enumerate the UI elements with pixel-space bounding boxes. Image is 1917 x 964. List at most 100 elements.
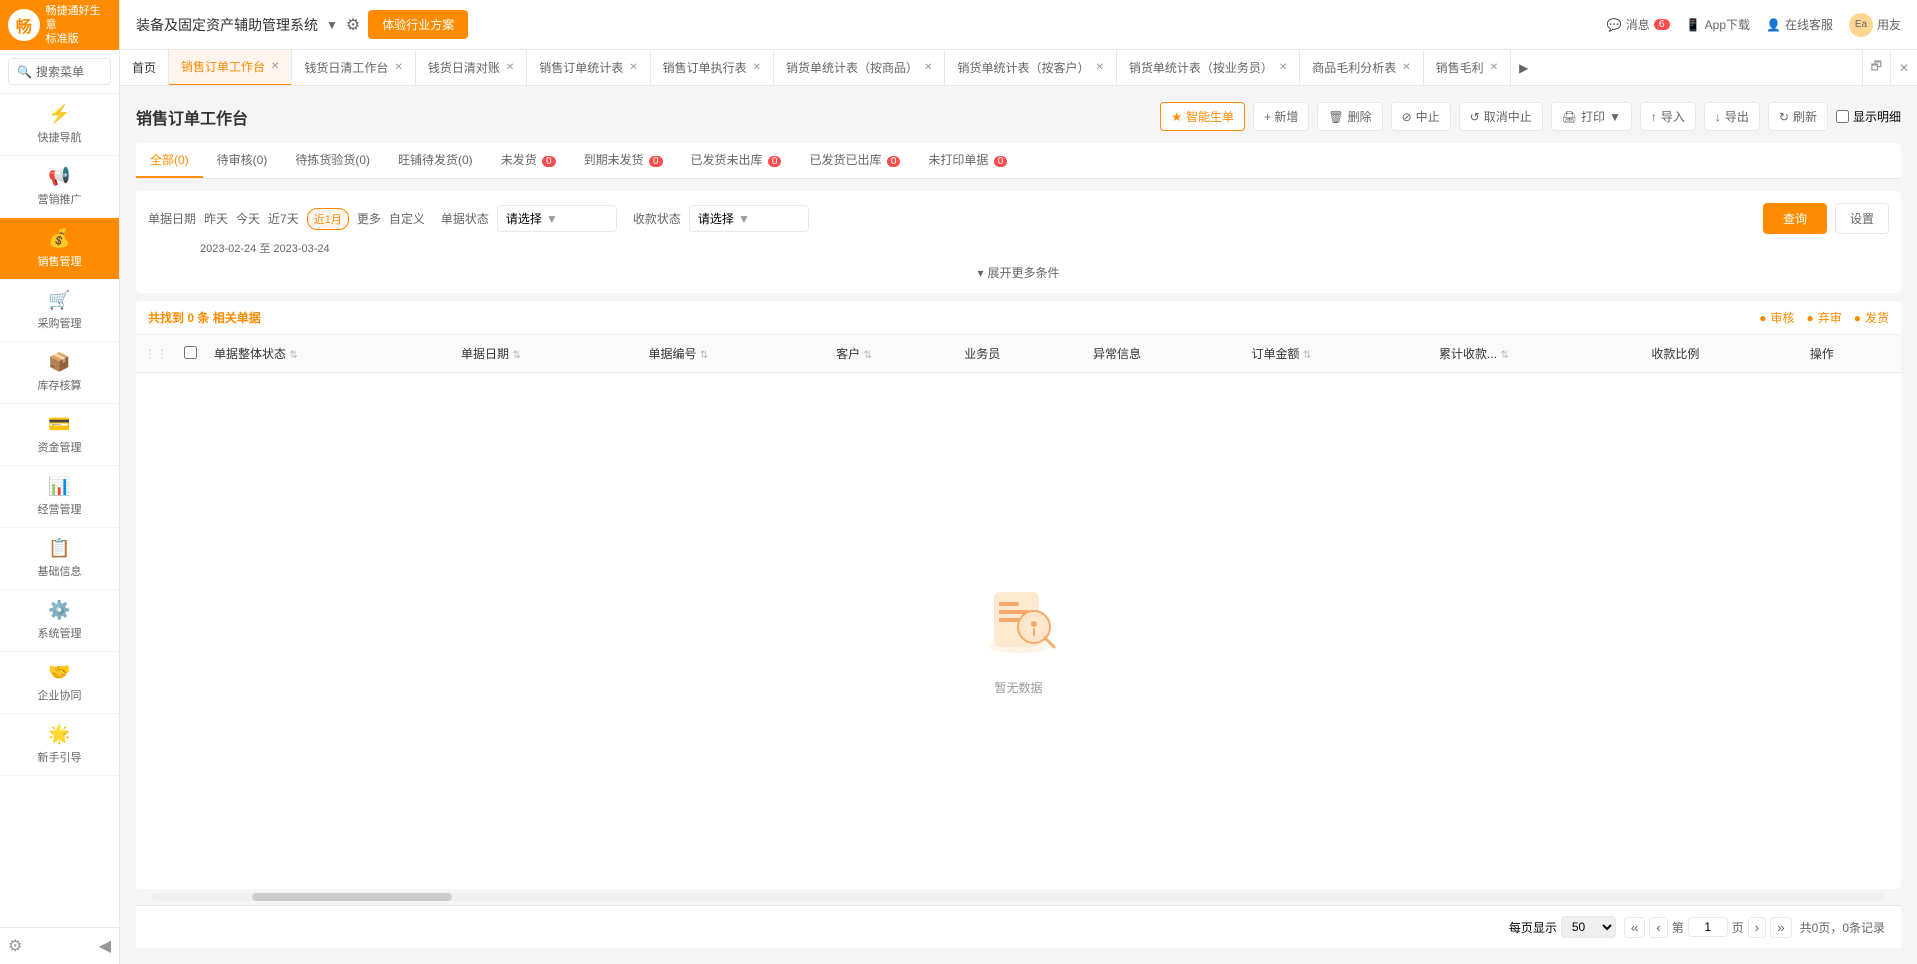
sidebar-item-cooperation[interactable]: 🤝 企业协同 (0, 652, 119, 714)
tab-sales-stats[interactable]: 销售订单统计表 ✕ (527, 50, 650, 86)
query-button[interactable]: 查询 (1763, 203, 1827, 234)
sidebar-collapse-button[interactable]: ◀ (99, 936, 111, 956)
tab-close-cash-daily[interactable]: ✕ (394, 62, 402, 73)
export-button[interactable]: ↓ 导出 (1704, 102, 1760, 131)
tab-sales-stats-staff[interactable]: 销货单统计表（按业务员） ✕ (1117, 50, 1300, 86)
tab-close-stats-staff[interactable]: ✕ (1279, 62, 1287, 73)
online-service-button[interactable]: 👤 在线客服 (1766, 16, 1833, 33)
tab-close-cash-reconcile[interactable]: ✕ (506, 62, 514, 73)
set-button[interactable]: 设置 (1835, 203, 1889, 234)
horizontal-scrollbar[interactable] (152, 893, 1885, 901)
message-button[interactable]: 💬 消息 6 (1607, 16, 1670, 33)
export-icon: ↓ (1715, 110, 1721, 124)
scrollbar-thumb[interactable] (252, 893, 452, 901)
sidebar-settings-button[interactable]: ⚙ (8, 936, 22, 956)
delete-button[interactable]: 🗑 删除 (1317, 102, 1382, 131)
tab-close-sales-profit[interactable]: ✕ (1490, 62, 1498, 73)
subtab-pending-review[interactable]: 待审核(0) (203, 143, 282, 178)
tab-home[interactable]: 首页 (120, 50, 169, 86)
topbar-settings-icon[interactable]: ⚙ (346, 15, 360, 35)
date-opt-more[interactable]: 更多 (357, 210, 381, 227)
ship-action-button[interactable]: ● 发货 (1854, 309, 1889, 326)
sidebar-search-area: 🔍 搜索菜单 (0, 50, 119, 94)
date-opt-last7[interactable]: 近7天 (268, 210, 299, 227)
subtab-not-printed[interactable]: 未打印单据 0 (914, 143, 1021, 178)
sidebar-item-inventory[interactable]: 📦 库存核算 (0, 342, 119, 404)
tab-close-all-button[interactable]: ✕ (1890, 50, 1917, 86)
show-details-checkbox[interactable]: 显示明细 (1836, 108, 1901, 125)
select-all-checkbox[interactable] (184, 346, 197, 359)
system-dropdown[interactable]: ▼ (326, 18, 338, 32)
date-opt-yesterday[interactable]: 昨天 (204, 210, 228, 227)
prev-page-button[interactable]: ‹ (1649, 917, 1667, 938)
tab-close-stats-product[interactable]: ✕ (924, 62, 932, 73)
print-button[interactable]: 🖨 打印 ▼ (1551, 102, 1632, 131)
tab-sales-exec[interactable]: 销售订单执行表 ✕ (651, 50, 774, 86)
date-range-display: 2023-02-24 至 2023-03-24 (200, 240, 330, 256)
stop-button[interactable]: ⊘ 中止 (1391, 102, 1451, 131)
sidebar-item-quicknav[interactable]: ⚡ 快捷导航 (0, 94, 119, 156)
search-menu-button[interactable]: 🔍 搜索菜单 (8, 58, 111, 85)
cancel-review-action-button[interactable]: ● 弃审 (1806, 309, 1841, 326)
subtab-shipped-warehoused[interactable]: 已发货已出库 0 (795, 143, 914, 178)
review-action-button[interactable]: ● 审核 (1759, 309, 1794, 326)
tab-cash-daily[interactable]: 钱货日清工作台 ✕ (292, 50, 415, 86)
tab-close-sales-stats[interactable]: ✕ (629, 62, 637, 73)
print-icon: 🖨 (1562, 110, 1577, 124)
tab-window-actions: 🗗 ✕ (1862, 50, 1917, 86)
add-button[interactable]: + 新增 (1253, 102, 1309, 131)
tab-close-sales-exec[interactable]: ✕ (753, 62, 761, 73)
first-page-button[interactable]: « (1624, 917, 1645, 938)
subtabs: 全部(0) 待审核(0) 待拣货验货(0) 旺铺待发货(0) 未发货 0 到期未… (136, 143, 1901, 179)
page-total: 共0页，0条记录 (1800, 919, 1885, 936)
sidebar-item-system[interactable]: ⚙️ 系统管理 (0, 590, 119, 652)
solution-button[interactable]: 体验行业方案 (368, 10, 468, 39)
tab-close-sales-workbench[interactable]: ✕ (271, 61, 279, 72)
app-download-button[interactable]: 📱 App下载 (1686, 16, 1750, 33)
tab-sales-stats-product[interactable]: 销货单统计表（按商品） ✕ (774, 50, 945, 86)
page-number-input[interactable] (1688, 917, 1728, 937)
last-page-button[interactable]: » (1770, 917, 1791, 938)
sidebar-item-purchase[interactable]: 🛒 采购管理 (0, 280, 119, 342)
tab-close-stats-customer[interactable]: ✕ (1095, 62, 1103, 73)
date-opt-custom[interactable]: 自定义 (389, 210, 425, 227)
user-menu[interactable]: Ea 用友 (1849, 13, 1901, 37)
show-details-input[interactable] (1836, 110, 1849, 123)
tab-close-gross-profit[interactable]: ✕ (1402, 62, 1410, 73)
status-select[interactable]: 请选择 ▼ (497, 205, 617, 232)
tab-sales-workbench[interactable]: 销售订单工作台 ✕ (169, 50, 292, 86)
cancel-stop-button[interactable]: ↺ 取消中止 (1459, 102, 1543, 131)
next-page-button[interactable]: › (1748, 917, 1766, 938)
subtab-expired-not-shipped[interactable]: 到期未发货 0 (570, 143, 677, 178)
subtab-pending-inspect[interactable]: 待拣货验货(0) (281, 143, 384, 178)
tab-gross-profit[interactable]: 商品毛利分析表 ✕ (1300, 50, 1423, 86)
date-opt-last1m[interactable]: 近1月 (307, 208, 349, 230)
quicknav-icon: ⚡ (48, 104, 70, 125)
refresh-button[interactable]: ↻ 刷新 (1768, 102, 1828, 131)
pagination: 每页显示 10 20 50 100 « ‹ 第 页 › » 共0页，0条记录 (136, 905, 1901, 948)
sidebar-item-marketing[interactable]: 📢 营销推广 (0, 156, 119, 218)
tab-more-button[interactable]: ▶ (1511, 61, 1536, 75)
smart-create-button[interactable]: ★ 智能生单 (1160, 102, 1245, 131)
sidebar-item-basic[interactable]: 📋 基础信息 (0, 528, 119, 590)
payment-select[interactable]: 请选择 ▼ (689, 205, 809, 232)
tab-cash-reconcile[interactable]: 钱货日清对账 ✕ (416, 50, 527, 86)
tab-restore-button[interactable]: 🗗 (1862, 50, 1890, 86)
inventory-icon: 📦 (48, 352, 70, 373)
sidebar-item-finance[interactable]: 💳 资金管理 (0, 404, 119, 466)
sidebar-item-guide[interactable]: 🌟 新手引导 (0, 714, 119, 776)
sidebar-item-sales[interactable]: 💰 销售管理 (0, 218, 119, 280)
subtab-wangpu[interactable]: 旺铺待发货(0) (384, 143, 487, 178)
sidebar-item-operations[interactable]: 📊 经营管理 (0, 466, 119, 528)
subtab-not-shipped[interactable]: 未发货 0 (487, 143, 570, 178)
sidebar-item-label: 系统管理 (38, 625, 82, 641)
subtab-shipped-not-warehoused[interactable]: 已发货未出库 0 (677, 143, 796, 178)
expand-filter-button[interactable]: ▾ 展开更多条件 (977, 264, 1059, 281)
import-button[interactable]: ↑ 导入 (1640, 102, 1696, 131)
tab-sales-profit[interactable]: 销售毛利 ✕ (1424, 50, 1511, 86)
subtab-all[interactable]: 全部(0) (136, 143, 203, 178)
date-opt-today[interactable]: 今天 (236, 210, 260, 227)
user-avatar: Ea (1849, 13, 1873, 37)
page-size-select[interactable]: 10 20 50 100 (1561, 916, 1616, 938)
tab-sales-stats-customer[interactable]: 销货单统计表（按客户） ✕ (945, 50, 1116, 86)
